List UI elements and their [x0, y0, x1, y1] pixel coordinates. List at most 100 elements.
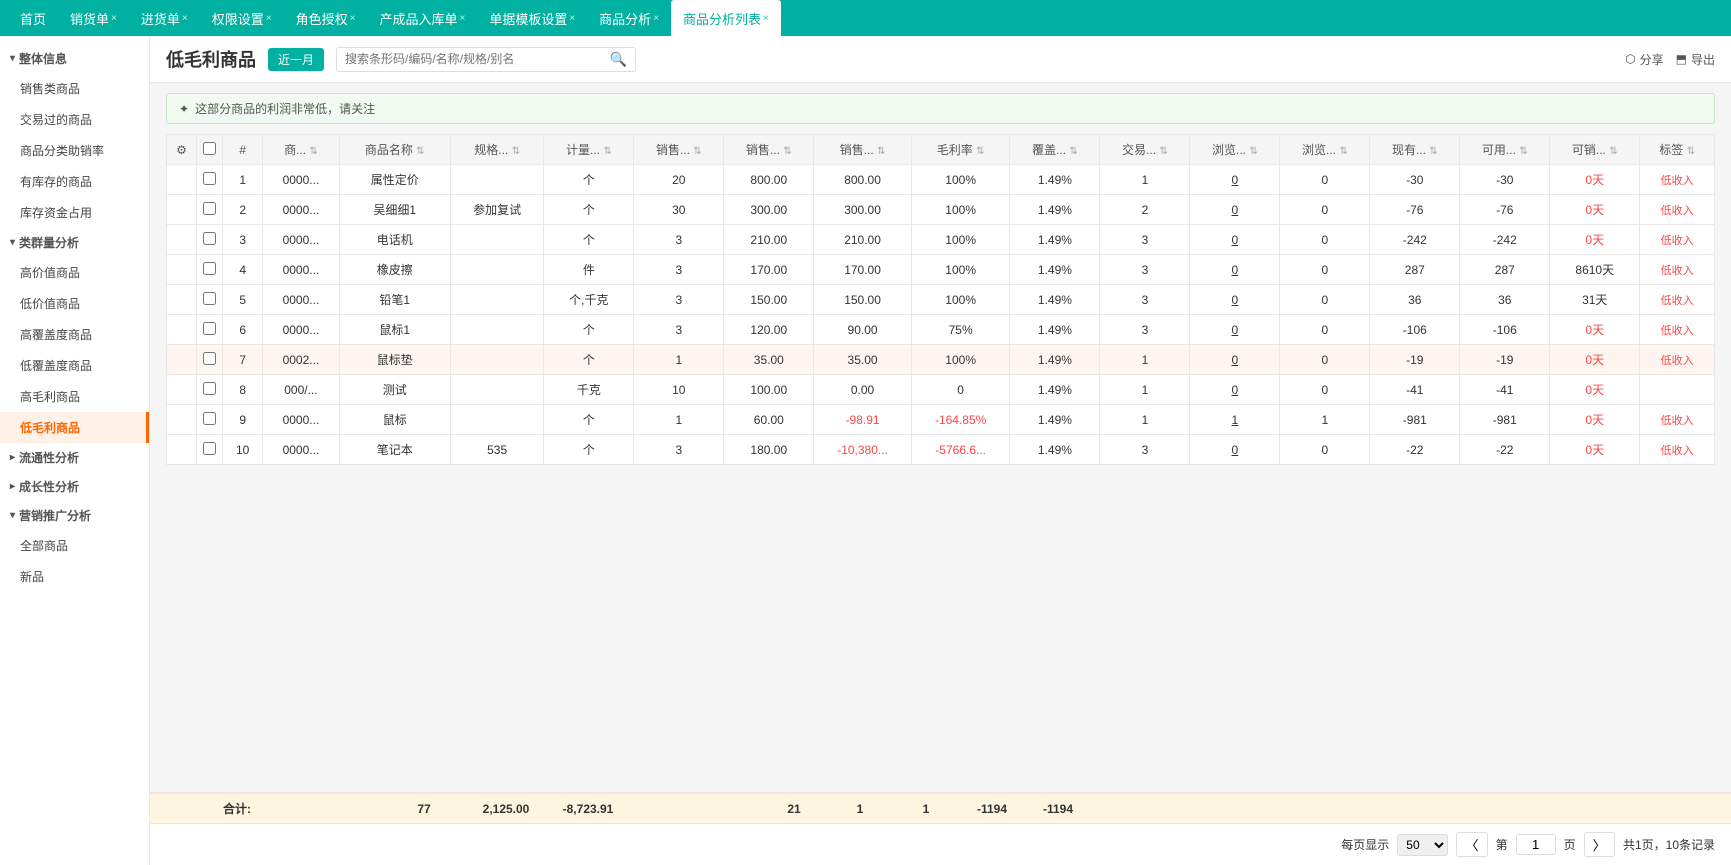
- sidebar-item-new-products[interactable]: 新品: [0, 561, 149, 592]
- table-row: 10 0000... 笔记本 535 个 3 180.00 -10,380...…: [167, 435, 1715, 465]
- col-sales-qty[interactable]: 销售... ⇅: [634, 135, 724, 165]
- sidebar-item-high-margin[interactable]: 高毛利商品: [0, 381, 149, 412]
- per-page-select[interactable]: 50 100 200: [1397, 834, 1448, 856]
- sidebar-item-stock-funds[interactable]: 库存资金占用: [0, 197, 149, 228]
- close-icon[interactable]: ×: [653, 13, 659, 24]
- export-button[interactable]: ⬒ 导出: [1676, 51, 1715, 68]
- prev-page-button[interactable]: 〈: [1456, 832, 1487, 857]
- cell-view1[interactable]: 0: [1190, 165, 1280, 195]
- sidebar-item-sales-products[interactable]: 销售类商品: [0, 73, 149, 104]
- close-icon[interactable]: ×: [266, 13, 272, 24]
- filter-button[interactable]: 近一月: [268, 48, 324, 71]
- row-checkbox[interactable]: [203, 382, 216, 395]
- cell-checkbox[interactable]: [197, 195, 223, 225]
- col-coverage[interactable]: 覆盖... ⇅: [1010, 135, 1100, 165]
- cell-view1[interactable]: 0: [1190, 255, 1280, 285]
- cell-unit: 个: [544, 435, 634, 465]
- nav-finished-goods[interactable]: 产成品入库单 ×: [367, 0, 477, 36]
- cell-view1[interactable]: 1: [1190, 405, 1280, 435]
- row-checkbox[interactable]: [203, 232, 216, 245]
- close-icon[interactable]: ×: [569, 13, 575, 24]
- cell-checkbox[interactable]: [197, 315, 223, 345]
- row-checkbox[interactable]: [203, 352, 216, 365]
- share-button[interactable]: ⬡ 分享: [1625, 51, 1664, 68]
- sidebar-group-overall[interactable]: ▾ 整体信息: [0, 44, 149, 73]
- cell-name: 鼠标: [339, 405, 450, 435]
- col-view1[interactable]: 浏览... ⇅: [1190, 135, 1280, 165]
- col-spec[interactable]: 规格... ⇅: [450, 135, 543, 165]
- sidebar-item-low-coverage[interactable]: 低覆盖度商品: [0, 350, 149, 381]
- close-icon[interactable]: ×: [763, 13, 769, 24]
- col-code[interactable]: 商... ⇅: [263, 135, 339, 165]
- sidebar-item-high-coverage[interactable]: 高覆盖度商品: [0, 319, 149, 350]
- col-available[interactable]: 可用... ⇅: [1460, 135, 1550, 165]
- cell-sales-amt: 120.00: [724, 315, 814, 345]
- close-icon[interactable]: ×: [459, 13, 465, 24]
- col-unit[interactable]: 计量... ⇅: [544, 135, 634, 165]
- close-icon[interactable]: ×: [111, 13, 117, 24]
- col-tag[interactable]: 标签 ⇅: [1640, 135, 1715, 165]
- col-current[interactable]: 现有... ⇅: [1370, 135, 1460, 165]
- cell-checkbox[interactable]: [197, 345, 223, 375]
- nav-product-analysis-list[interactable]: 商品分析列表 ×: [671, 0, 781, 36]
- sidebar-group-circulation[interactable]: ▸ 流通性分析: [0, 443, 149, 472]
- cell-checkbox[interactable]: [197, 435, 223, 465]
- cell-checkbox[interactable]: [197, 255, 223, 285]
- col-saleable[interactable]: 可销... ⇅: [1550, 135, 1640, 165]
- cell-checkbox[interactable]: [197, 285, 223, 315]
- cell-view1[interactable]: 0: [1190, 345, 1280, 375]
- close-icon[interactable]: ×: [182, 13, 188, 24]
- nav-role-auth[interactable]: 角色授权 ×: [284, 0, 368, 36]
- sidebar-item-all-products[interactable]: 全部商品: [0, 530, 149, 561]
- nav-purchase-order[interactable]: 进货单 ×: [129, 0, 200, 36]
- col-gross-rate[interactable]: 毛利率 ⇅: [911, 135, 1010, 165]
- col-name[interactable]: 商品名称 ⇅: [339, 135, 450, 165]
- col-view2[interactable]: 浏览... ⇅: [1280, 135, 1370, 165]
- close-icon[interactable]: ×: [350, 13, 356, 24]
- cell-unit: 个: [544, 165, 634, 195]
- cell-current: -76: [1370, 195, 1460, 225]
- nav-home[interactable]: 首页: [8, 0, 58, 36]
- check-all-checkbox[interactable]: [203, 142, 216, 155]
- col-sales-amt[interactable]: 销售... ⇅: [724, 135, 814, 165]
- row-checkbox[interactable]: [203, 322, 216, 335]
- col-sales-profit[interactable]: 销售... ⇅: [814, 135, 912, 165]
- row-checkbox[interactable]: [203, 202, 216, 215]
- cell-checkbox[interactable]: [197, 225, 223, 255]
- cell-view1[interactable]: 0: [1190, 225, 1280, 255]
- cell-view1[interactable]: 0: [1190, 315, 1280, 345]
- sidebar-item-low-margin[interactable]: 低毛利商品: [0, 412, 149, 443]
- row-checkbox[interactable]: [203, 262, 216, 275]
- nav-sales-order[interactable]: 销货单 ×: [58, 0, 129, 36]
- search-input[interactable]: [345, 52, 610, 66]
- cell-view1[interactable]: 0: [1190, 375, 1280, 405]
- col-check-all[interactable]: [197, 135, 223, 165]
- cell-view1[interactable]: 0: [1190, 435, 1280, 465]
- cell-view1[interactable]: 0: [1190, 195, 1280, 225]
- cell-checkbox[interactable]: [197, 375, 223, 405]
- sidebar-group-growth[interactable]: ▸ 成长性分析: [0, 472, 149, 501]
- nav-product-analysis[interactable]: 商品分析 ×: [587, 0, 671, 36]
- row-checkbox[interactable]: [203, 292, 216, 305]
- row-checkbox[interactable]: [203, 172, 216, 185]
- cell-sales-amt: 150.00: [724, 285, 814, 315]
- cell-view1[interactable]: 0: [1190, 285, 1280, 315]
- nav-permissions[interactable]: 权限设置 ×: [200, 0, 284, 36]
- nav-template-settings[interactable]: 单据模板设置 ×: [477, 0, 587, 36]
- col-settings[interactable]: ⚙: [167, 135, 197, 165]
- row-checkbox[interactable]: [203, 442, 216, 455]
- sidebar-group-cluster[interactable]: ▾ 类群量分析: [0, 228, 149, 257]
- sidebar-item-low-value[interactable]: 低价值商品: [0, 288, 149, 319]
- sidebar-item-stock-products[interactable]: 有库存的商品: [0, 166, 149, 197]
- cell-checkbox[interactable]: [197, 405, 223, 435]
- row-checkbox[interactable]: [203, 412, 216, 425]
- sidebar-item-high-value[interactable]: 高价值商品: [0, 257, 149, 288]
- col-trade[interactable]: 交易... ⇅: [1100, 135, 1190, 165]
- cell-checkbox[interactable]: [197, 165, 223, 195]
- page-input[interactable]: [1516, 834, 1556, 855]
- cell-unit: 个: [544, 315, 634, 345]
- next-page-button[interactable]: 〉: [1584, 832, 1615, 857]
- sidebar-group-marketing[interactable]: ▾ 营销推广分析: [0, 501, 149, 530]
- sidebar-item-category-rate[interactable]: 商品分类助销率: [0, 135, 149, 166]
- sidebar-item-traded-products[interactable]: 交易过的商品: [0, 104, 149, 135]
